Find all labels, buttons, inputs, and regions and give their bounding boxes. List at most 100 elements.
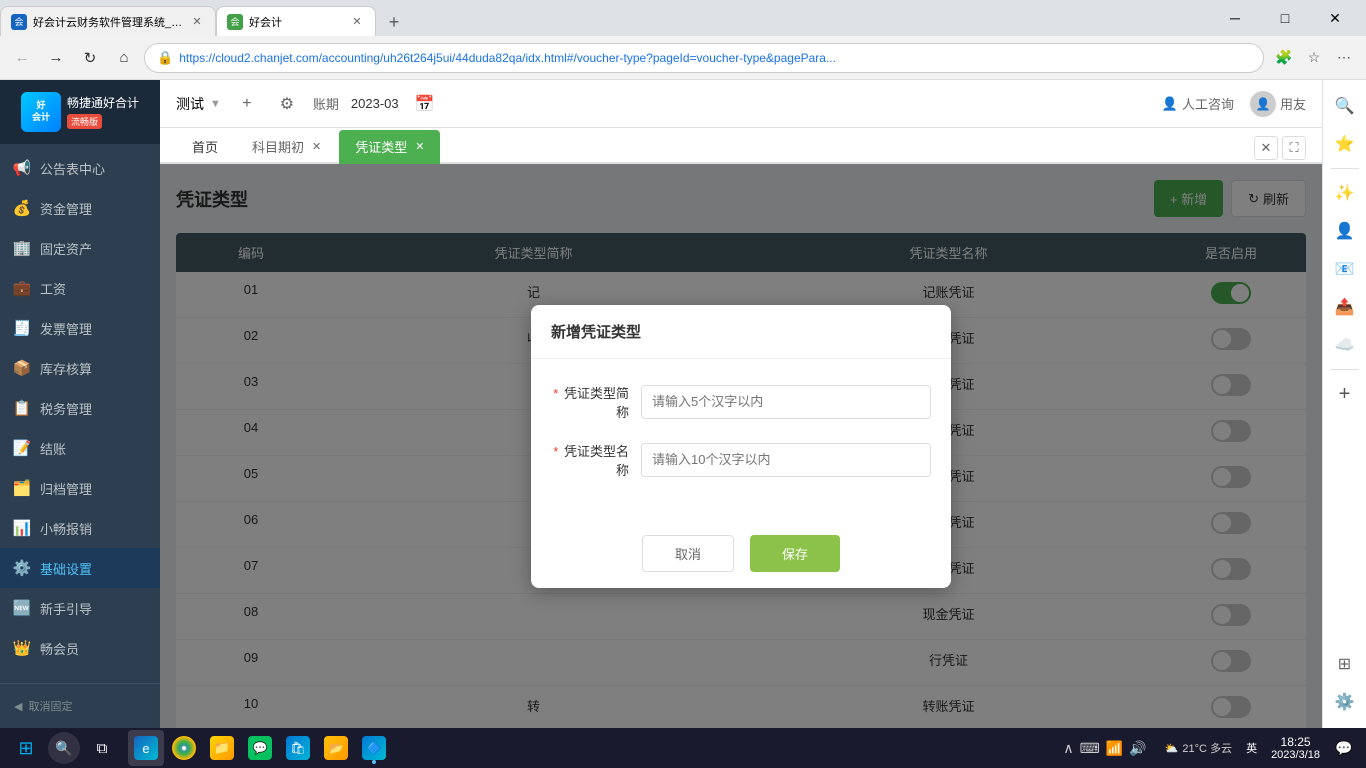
sidebar-item-settings[interactable]: ⚙️ 基础设置	[0, 548, 160, 588]
sidebar-item-payroll[interactable]: 💼 工资	[0, 268, 160, 308]
start-button[interactable]: ⊞	[8, 730, 44, 766]
maximize-button[interactable]: □	[1262, 0, 1308, 36]
forward-button[interactable]: →	[42, 44, 70, 72]
rp-cloud-icon[interactable]: ☁️	[1327, 327, 1363, 363]
tray-chevron[interactable]: ∧	[1063, 740, 1073, 757]
browser-tab-2[interactable]: 会 好会计 ✕	[216, 6, 376, 36]
sidebar-item-announcements[interactable]: 📢 公告表中心	[0, 148, 160, 188]
sidebar-label-archive: 归档管理	[40, 479, 92, 498]
tab-subjects[interactable]: 科目期初 ✕	[236, 130, 337, 164]
rp-star-icon[interactable]: ⭐	[1327, 126, 1363, 162]
sidebar-item-settlement[interactable]: 📝 结账	[0, 428, 160, 468]
sidebar-item-invoices[interactable]: 🧾 发票管理	[0, 308, 160, 348]
tab-voucher-type[interactable]: 凭证类型 ✕	[339, 130, 440, 164]
period-value: 2023-03	[351, 96, 399, 111]
minimize-button[interactable]: ─	[1212, 0, 1258, 36]
form-label-abbr: * 凭证类型简称	[551, 383, 641, 421]
refresh-button[interactable]: ↻	[76, 44, 104, 72]
close-button[interactable]: ✕	[1312, 0, 1358, 36]
right-panel: 🔍 ⭐ ✨ 👤 📧 📤 ☁️ + ⊞ ⚙️	[1322, 80, 1366, 728]
minimize-panel-button[interactable]: ✕	[1254, 136, 1278, 160]
rp-outlook-icon[interactable]: 📧	[1327, 251, 1363, 287]
user-info[interactable]: 👤 用友	[1250, 91, 1306, 117]
sidebar-item-funds[interactable]: 💰 资金管理	[0, 188, 160, 228]
home-button[interactable]: ⌂	[110, 44, 138, 72]
rp-send-icon[interactable]: 📤	[1327, 289, 1363, 325]
new-tab-button[interactable]: +	[380, 8, 408, 36]
sidebar-label-expense: 小畅报销	[40, 519, 92, 538]
sidebar-item-expense[interactable]: 📊 小畅报销	[0, 508, 160, 548]
tab-subjects-close[interactable]: ✕	[312, 140, 321, 153]
consult-button[interactable]: 👤 人工咨询	[1162, 94, 1234, 113]
weather-widget[interactable]: ⛅ 21°C 多云	[1159, 740, 1238, 756]
task-view-button[interactable]: ⧉	[84, 730, 120, 766]
wifi-icon[interactable]: 📶	[1106, 740, 1123, 757]
clock[interactable]: 18:25 2023/3/18	[1265, 735, 1326, 761]
browser-menu-icon[interactable]: ⋯	[1330, 44, 1358, 72]
save-button[interactable]: 保存	[750, 535, 840, 572]
cancel-pin-label: 取消固定	[28, 698, 72, 714]
back-button[interactable]: ←	[8, 44, 36, 72]
taskbar-app-wechat[interactable]: 💬	[242, 730, 278, 766]
address-text: https://cloud2.chanjet.com/accounting/uh…	[179, 51, 836, 65]
rp-gear-icon[interactable]: ⚙️	[1327, 684, 1363, 720]
taskbar-search-button[interactable]: 🔍	[48, 732, 80, 764]
browser-frame: 会 好会计云财务软件管理系统_会计 ✕ 会 好会计 ✕ + ─ □ ✕ ← → …	[0, 0, 1366, 768]
cancel-pin-button[interactable]: ◀ 取消固定	[8, 692, 152, 720]
workspace-chevron: ▼	[210, 98, 221, 110]
extensions-icon[interactable]: 🧩	[1270, 44, 1298, 72]
sidebar-item-inventory[interactable]: 📦 库存核算	[0, 348, 160, 388]
taskbar-app-folder[interactable]: 📂	[318, 730, 354, 766]
cancel-button[interactable]: 取消	[642, 535, 734, 572]
sidebar-bottom: ◀ 取消固定	[0, 683, 160, 728]
tax-icon: 📋	[12, 398, 32, 418]
taskbar-search-icon: 🔍	[55, 740, 72, 757]
taskbar-app-edge2[interactable]: 🔷	[356, 730, 392, 766]
address-input[interactable]: 🔒 https://cloud2.chanjet.com/accounting/…	[144, 43, 1264, 73]
sidebar-item-tax[interactable]: 📋 税务管理	[0, 388, 160, 428]
workspace-name: 测试	[176, 94, 204, 114]
volume-icon[interactable]: 🔊	[1129, 740, 1146, 757]
calendar-icon[interactable]: 📅	[411, 90, 439, 118]
sidebar-label-fixed-assets: 固定资产	[40, 239, 92, 258]
language-indicator[interactable]: 英	[1242, 740, 1261, 756]
app-container: 好会计 畅捷通好合计 流畅版 📢 公告表中心 💰 资金管理 🏢 固定资产	[0, 80, 1366, 728]
taskbar-app-edge[interactable]: e	[128, 730, 164, 766]
keyboard-icon[interactable]: ⌨	[1080, 740, 1100, 757]
add-workspace-button[interactable]: +	[233, 90, 261, 118]
browser-tab-1[interactable]: 会 好会计云财务软件管理系统_会计 ✕	[0, 6, 216, 36]
funds-icon: 💰	[12, 198, 32, 218]
sidebar-item-guide[interactable]: 🆕 新手引导	[0, 588, 160, 628]
modal-body: * 凭证类型简称 * 凭证类型名称	[531, 359, 951, 523]
notification-button[interactable]: 💬	[1330, 734, 1358, 762]
input-abbr[interactable]	[641, 385, 931, 419]
sidebar-item-fixed-assets[interactable]: 🏢 固定资产	[0, 228, 160, 268]
rp-add-icon[interactable]: +	[1327, 376, 1363, 412]
rp-search-icon[interactable]: 🔍	[1327, 88, 1363, 124]
expand-panel-button[interactable]: ⛶	[1282, 136, 1306, 160]
workspace-selector[interactable]: 测试 ▼	[176, 94, 221, 114]
rp-magic-icon[interactable]: ✨	[1327, 175, 1363, 211]
settlement-icon: 📝	[12, 438, 32, 458]
favorites-icon[interactable]: ☆	[1300, 44, 1328, 72]
taskbar-app-chrome[interactable]: ●	[166, 730, 202, 766]
form-label-name: * 凭证类型名称	[551, 441, 641, 479]
sidebar-label-payroll: 工资	[40, 279, 66, 298]
tab-home[interactable]: 首页	[176, 130, 234, 164]
required-star-abbr: *	[553, 386, 558, 401]
sidebar-item-archive[interactable]: 🗂️ 归档管理	[0, 468, 160, 508]
rp-person-icon[interactable]: 👤	[1327, 213, 1363, 249]
input-name[interactable]	[641, 443, 931, 477]
clock-time: 18:25	[1271, 735, 1320, 749]
settings-button[interactable]: ⚙	[273, 90, 301, 118]
tab-close-2[interactable]: ✕	[349, 14, 365, 30]
taskbar-app-explorer[interactable]: 📁	[204, 730, 240, 766]
logo-badge: 流畅版	[67, 114, 102, 129]
tab-close-1[interactable]: ✕	[189, 14, 205, 30]
sidebar-item-membership[interactable]: 👑 畅会员	[0, 628, 160, 668]
tab-voucher-close[interactable]: ✕	[415, 140, 424, 153]
rp-grid-icon[interactable]: ⊞	[1327, 646, 1363, 682]
logo-text-container: 畅捷通好合计 流畅版	[67, 95, 139, 129]
sidebar-label-announcements: 公告表中心	[40, 159, 105, 178]
taskbar-app-store[interactable]: 🛍	[280, 730, 316, 766]
